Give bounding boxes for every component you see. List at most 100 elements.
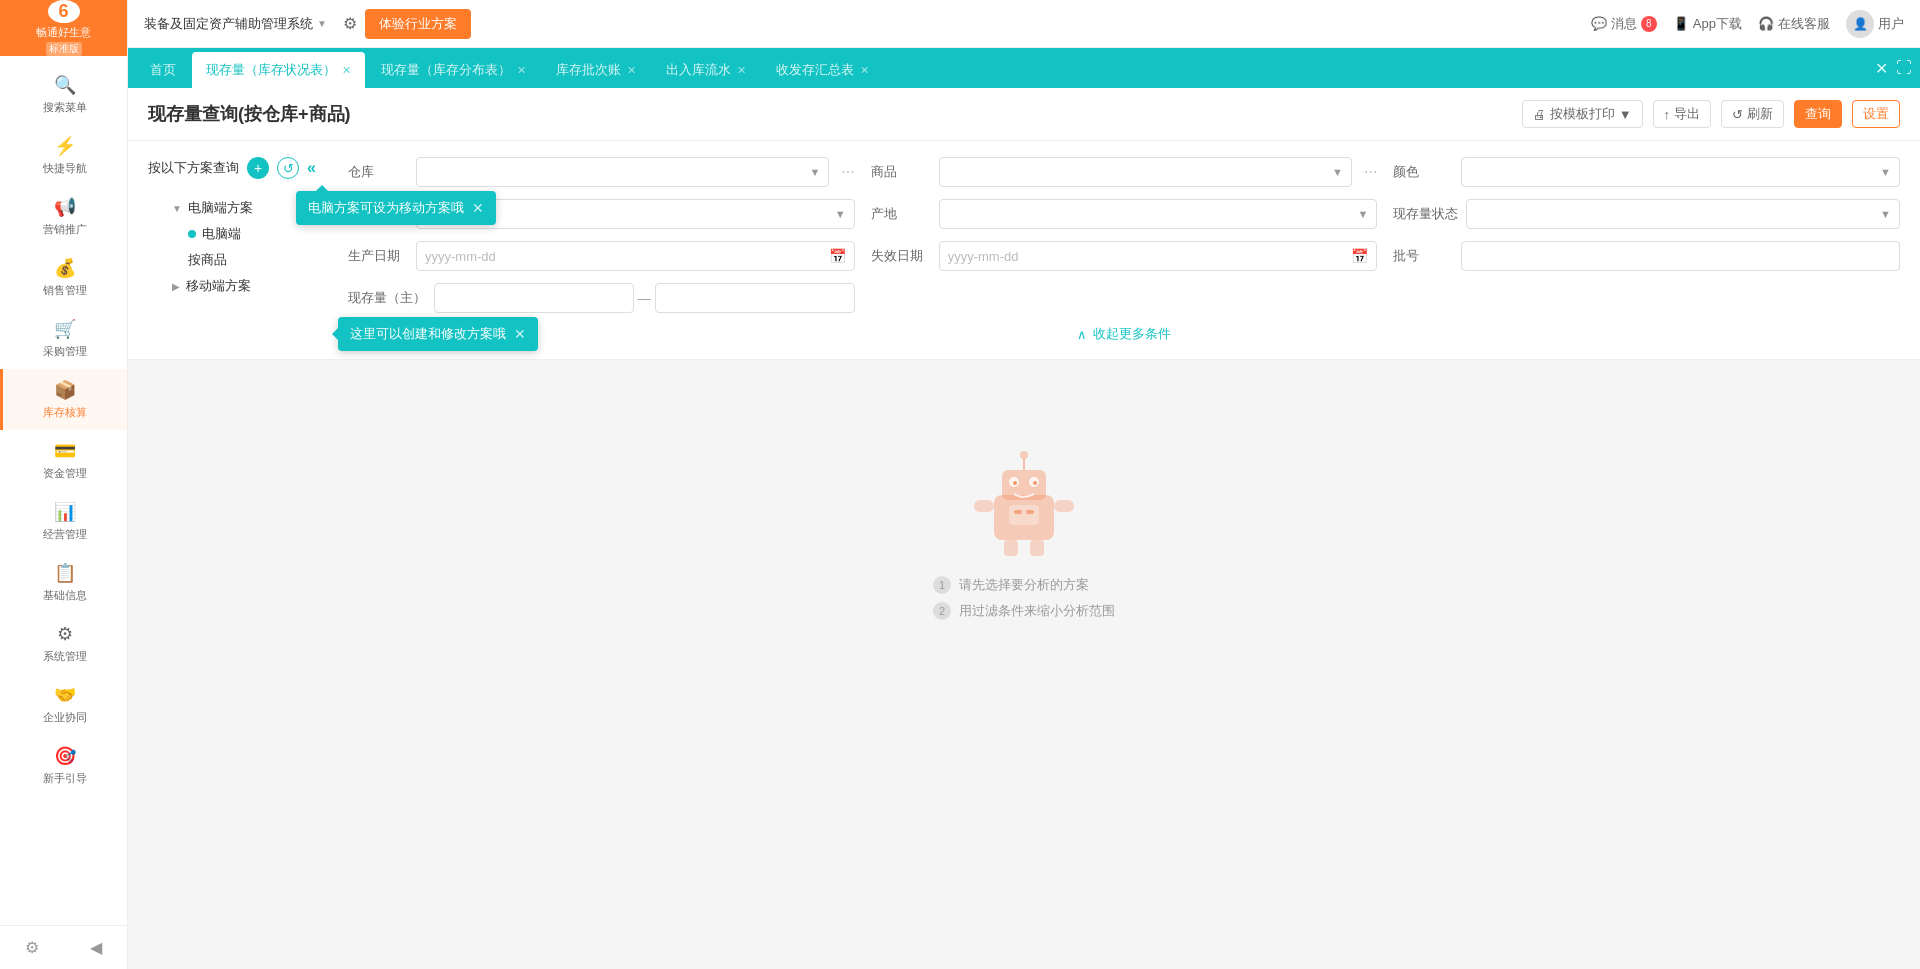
template-print-btn[interactable]: 🖨 按模板打印 ▼ [1522, 100, 1643, 128]
industry-solution-btn[interactable]: 体验行业方案 [365, 9, 471, 39]
finance-icon: 💳 [54, 440, 76, 462]
scheme-desktop-item2[interactable]: 按商品 [180, 247, 348, 273]
tab-summary[interactable]: 收发存汇总表 ✕ [762, 52, 883, 88]
filter-label: 按以下方案查询 [148, 159, 239, 177]
collapse-up-icon: ∧ [1077, 327, 1087, 342]
tooltip2-close[interactable]: ✕ [514, 326, 526, 342]
expiry-date-placeholder: yyyy-mm-dd [948, 249, 1019, 264]
sidebar-item-sales[interactable]: 💰 销售管理 [0, 247, 127, 308]
filter-fields-panel: 仓库 ▼ ··· 商品 ▼ [348, 157, 1900, 343]
sidebar-menu: 🔍 搜索菜单 ⚡ 快捷导航 📢 营销推广 💰 销售管理 🛒 采购管理 📦 库存核… [0, 56, 127, 925]
sidebar-item-label: 系统管理 [43, 649, 87, 664]
message-label: 消息 [1611, 15, 1637, 33]
basic-info-icon: 📋 [54, 562, 76, 584]
warehouse-select[interactable]: ▼ [416, 157, 829, 187]
tab-close-flow[interactable]: ✕ [737, 64, 746, 77]
sales-icon: 💰 [54, 257, 76, 279]
tab-close-stock-status[interactable]: ✕ [342, 64, 351, 77]
filter-row-warehouse: 仓库 ▼ ··· [348, 157, 855, 187]
sidebar-item-operations[interactable]: 📊 经营管理 [0, 491, 127, 552]
user-btn[interactable]: 👤 用户 [1846, 10, 1904, 38]
sidebar-item-system[interactable]: ⚙ 系统管理 [0, 613, 127, 674]
sidebar-item-marketing[interactable]: 📢 营销推广 [0, 186, 127, 247]
sidebar-item-purchase[interactable]: 🛒 采购管理 [0, 308, 127, 369]
sidebar-item-search[interactable]: 🔍 搜索菜单 [0, 64, 127, 125]
sidebar-item-guide[interactable]: 🎯 新手引导 [0, 735, 127, 796]
expiry-date-input[interactable]: yyyy-mm-dd 📅 [939, 241, 1378, 271]
origin-label: 产地 [871, 205, 931, 223]
message-btn[interactable]: 💬 消息 8 [1591, 15, 1657, 33]
origin-select[interactable]: ▼ [939, 199, 1378, 229]
refresh-btn[interactable]: ↺ 刷新 [1721, 100, 1784, 128]
filter-header-row: 按以下方案查询 + ↺ « 电脑方案可设为移动方案哦 ✕ ▼ [148, 157, 1900, 343]
production-date-input[interactable]: yyyy-mm-dd 📅 [416, 241, 855, 271]
empty-robot-svg [964, 440, 1084, 560]
color-label: 颜色 [1393, 163, 1453, 181]
system-title-select[interactable]: 装备及固定资产辅助管理系统 ▼ [144, 15, 327, 33]
svg-point-5 [1033, 481, 1037, 485]
tab-close-all-btn[interactable]: ✕ [1875, 59, 1888, 78]
query-btn[interactable]: 查询 [1794, 100, 1842, 128]
goods-select[interactable]: ▼ [939, 157, 1352, 187]
svg-point-7 [1020, 451, 1028, 459]
sidebar-item-quick-nav[interactable]: ⚡ 快捷导航 [0, 125, 127, 186]
app-download-btn[interactable]: 📱 App下载 [1673, 15, 1742, 33]
scheme-desktop-children: 电脑端 按商品 [164, 221, 348, 273]
sidebar-item-label: 快捷导航 [43, 161, 87, 176]
sidebar-bottom: ⚙ ◀ [0, 925, 127, 969]
color-select[interactable]: ▼ [1461, 157, 1900, 187]
tab-stock-status[interactable]: 现存量（库存状况表） ✕ [192, 52, 365, 88]
sidebar-item-label: 销售管理 [43, 283, 87, 298]
sidebar-item-label: 新手引导 [43, 771, 87, 786]
filter-row-stock-qty: 现存量（主） — [348, 283, 855, 313]
topbar-right: 💬 消息 8 📱 App下载 🎧 在线客服 👤 用户 [1591, 10, 1904, 38]
collapse-label: 收起更多条件 [1093, 325, 1171, 343]
tab-close-batch[interactable]: ✕ [627, 64, 636, 77]
tab-stock-dist[interactable]: 现存量（库存分布表） ✕ [367, 52, 540, 88]
tab-fullscreen-btn[interactable]: ⛶ [1896, 59, 1912, 77]
tabbar-actions: ✕ ⛶ [1875, 48, 1912, 88]
marketing-icon: 📢 [54, 196, 76, 218]
scheme-mobile[interactable]: ▶ 移动端方案 [164, 273, 348, 299]
tooltip1-close[interactable]: ✕ [472, 200, 484, 216]
tab-batch-label: 库存批次账 [556, 61, 621, 79]
tab-close-summary[interactable]: ✕ [860, 64, 869, 77]
tip2-num: 2 [933, 602, 951, 620]
goods-label: 商品 [871, 163, 931, 181]
collapse-bar[interactable]: ∧ 收起更多条件 [348, 325, 1900, 343]
arrow-btn[interactable]: « [307, 159, 316, 177]
sidebar-item-label: 资金管理 [43, 466, 87, 481]
warehouse-more[interactable]: ··· [841, 163, 854, 181]
sidebar-item-label: 搜索菜单 [43, 100, 87, 115]
stock-qty-max[interactable] [655, 283, 855, 313]
filter-row-color: 颜色 ▼ [1393, 157, 1900, 187]
batch-input[interactable] [1461, 241, 1900, 271]
tab-batch[interactable]: 库存批次账 ✕ [542, 52, 650, 88]
tab-close-stock-dist[interactable]: ✕ [517, 64, 526, 77]
sidebar-item-inventory[interactable]: 📦 库存核算 [0, 369, 127, 430]
purchase-icon: 🛒 [54, 318, 76, 340]
sidebar-item-enterprise[interactable]: 🤝 企业协同 [0, 674, 127, 735]
topbar-settings-icon[interactable]: ⚙ [343, 14, 357, 33]
tab-home[interactable]: 首页 [136, 52, 190, 88]
print-arrow: ▼ [1619, 107, 1632, 122]
page-actions: 🖨 按模板打印 ▼ ↑ 导出 ↺ 刷新 查询 设置 [1522, 100, 1900, 128]
stock-status-select[interactable]: ▼ [1466, 199, 1900, 229]
add-scheme-btn[interactable]: + [247, 157, 269, 179]
production-date-label: 生产日期 [348, 247, 408, 265]
settings-btn[interactable]: 设置 [1852, 100, 1900, 128]
tab-flow[interactable]: 出入库流水 ✕ [652, 52, 760, 88]
svg-rect-9 [1054, 500, 1074, 512]
sidebar: 6 畅通好生意 标准版 🔍 搜索菜单 ⚡ 快捷导航 📢 营销推广 💰 销售管理 … [0, 0, 128, 969]
refresh-scheme-btn[interactable]: ↺ [277, 157, 299, 179]
export-btn[interactable]: ↑ 导出 [1653, 100, 1712, 128]
sidebar-item-basic-info[interactable]: 📋 基础信息 [0, 552, 127, 613]
enterprise-icon: 🤝 [54, 684, 76, 706]
sidebar-settings-btn[interactable]: ⚙ [25, 938, 39, 957]
sidebar-collapse-btn[interactable]: ◀ [90, 938, 102, 957]
online-support-btn[interactable]: 🎧 在线客服 [1758, 15, 1830, 33]
stock-qty-min[interactable] [434, 283, 634, 313]
headset-icon: 🎧 [1758, 16, 1774, 31]
sidebar-item-finance[interactable]: 💳 资金管理 [0, 430, 127, 491]
goods-more[interactable]: ··· [1364, 163, 1377, 181]
